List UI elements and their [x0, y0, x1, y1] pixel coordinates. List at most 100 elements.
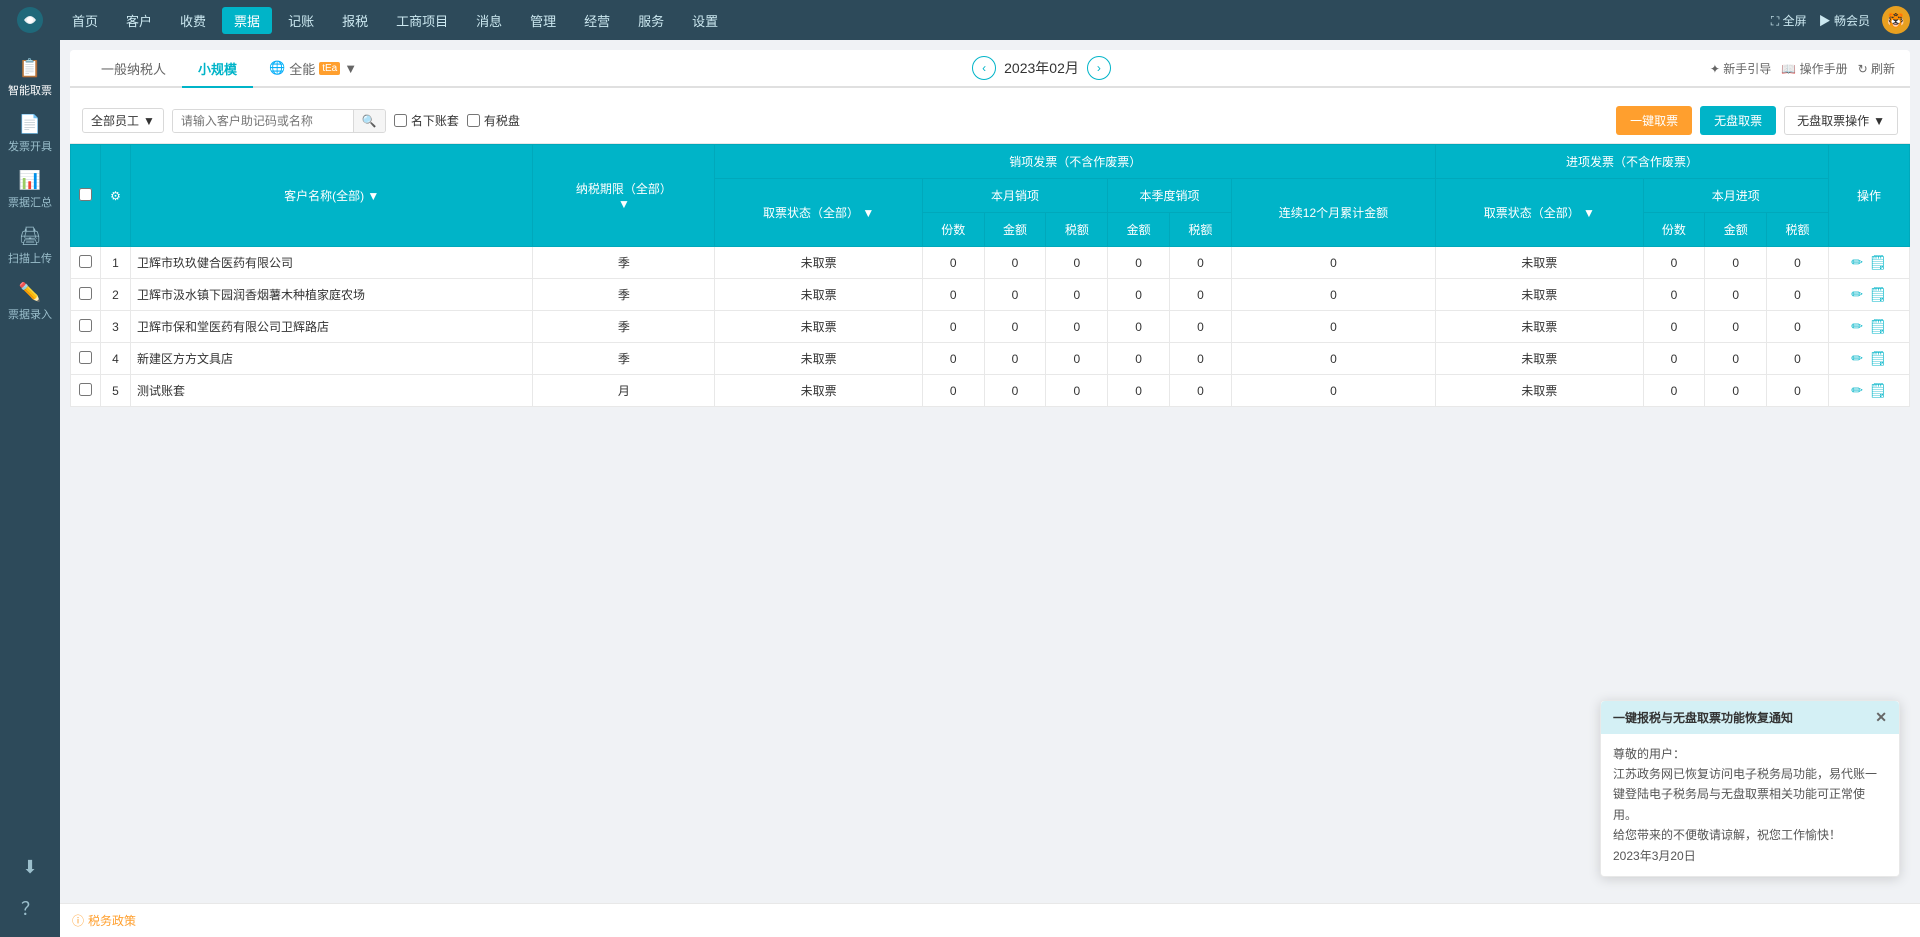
- detail-icon[interactable]: 🗒: [1869, 254, 1887, 271]
- select-all-checkbox[interactable]: [79, 188, 92, 201]
- tax-policy-link[interactable]: ⓘ 税务政策: [72, 912, 136, 929]
- detail-icon[interactable]: 🗒: [1869, 350, 1887, 367]
- nav-business[interactable]: 工商项目: [384, 7, 460, 34]
- nav-settings[interactable]: 设置: [680, 7, 730, 34]
- row-checkbox[interactable]: [79, 319, 92, 332]
- manual-btn[interactable]: 📖 操作手册: [1781, 60, 1847, 77]
- sidebar-download-icon[interactable]: ⬇: [16, 851, 43, 884]
- notification-close-btn[interactable]: ✕: [1875, 709, 1887, 726]
- next-period-btn[interactable]: ›: [1087, 56, 1111, 80]
- filter-icon3[interactable]: ▼: [862, 206, 874, 220]
- sidebar-item-invoice-issue[interactable]: 📄 发票开具: [0, 106, 60, 162]
- table-row: 4 新建区方方文具店 季 未取票 0 0 0 0 0 0 未取票 0 0 0 ✏…: [71, 343, 1910, 375]
- sales-consecutive12-cell: 0: [1231, 247, 1435, 279]
- tabs-bar: 一般纳税人 小规模 🌐 全能 tEa ▼ ‹ 2023年02月 ›: [70, 50, 1910, 88]
- table-row: 1 卫辉市玖玖健合医药有限公司 季 未取票 0 0 0 0 0 0 未取票 0 …: [71, 247, 1910, 279]
- nav-message[interactable]: 消息: [464, 7, 514, 34]
- sidebar-item-invoice-entry[interactable]: ✏️ 票据录入: [0, 274, 60, 330]
- tab-omnipotent[interactable]: 🌐 全能 tEa ▼: [253, 51, 373, 88]
- toolbar: 全部员工 ▼ 🔍 名下账套 有税盘 一键取票 无盘取票 无盘取票操作 ▼: [70, 98, 1910, 144]
- sidebar-item-scan-upload[interactable]: 🖨 扫描上传: [0, 218, 60, 274]
- row-checkbox-cell[interactable]: [71, 279, 101, 311]
- prev-period-btn[interactable]: ‹: [972, 56, 996, 80]
- page-wrapper: 一般纳税人 小规模 🌐 全能 tEa ▼ ‹ 2023年02月 ›: [70, 50, 1910, 407]
- purchase-current-month-header: 本月进项: [1643, 179, 1828, 213]
- table-settings-header[interactable]: ⚙: [101, 145, 131, 247]
- filter-icon2[interactable]: ▼: [618, 197, 630, 211]
- edit-icon[interactable]: ✏: [1851, 382, 1863, 399]
- sales-current-quarter-header: 本季度销项: [1108, 179, 1232, 213]
- notification-header: 一键报税与无盘取票功能恢复通知 ✕: [1601, 701, 1899, 734]
- nav-billing[interactable]: 收费: [168, 7, 218, 34]
- refresh-btn[interactable]: ↻ 刷新: [1858, 60, 1895, 77]
- tax-disk-filter-checkbox[interactable]: 有税盘: [467, 112, 520, 129]
- fullscreen-btn[interactable]: ⛶ 全屏: [1771, 12, 1807, 29]
- purchase-month-amount-header: 金额: [1705, 213, 1767, 247]
- row-checkbox-cell[interactable]: [71, 375, 101, 407]
- one-key-fetch-btn[interactable]: 一键取票: [1616, 106, 1692, 135]
- member-btn[interactable]: ▶ 畅会员: [1819, 12, 1870, 29]
- period-navigator: ‹ 2023年02月 ›: [972, 56, 1111, 80]
- purchase-month-amount-cell: 0: [1705, 343, 1767, 375]
- nav-operation[interactable]: 经营: [572, 7, 622, 34]
- row-index-cell: 1: [101, 247, 131, 279]
- sales-month-amount-cell: 0: [984, 279, 1046, 311]
- row-checkbox-cell[interactable]: [71, 311, 101, 343]
- tax-disk-filter-input[interactable]: [467, 114, 480, 127]
- invoice-table: ⚙ 客户名称(全部) ▼ 纳税期限（全部） ▼ 销项发票（不含作废票） 进项发票…: [70, 144, 1910, 407]
- data-table-container: ⚙ 客户名称(全部) ▼ 纳税期限（全部） ▼ 销项发票（不含作废票） 进项发票…: [70, 144, 1910, 407]
- filter-icon4[interactable]: ▼: [1583, 206, 1595, 220]
- sales-fetch-status-cell: 未取票: [715, 247, 922, 279]
- app-logo[interactable]: [10, 0, 50, 40]
- dropdown-icon: ▼: [344, 61, 357, 76]
- account-filter-input[interactable]: [394, 114, 407, 127]
- tab-general-taxpayer[interactable]: 一般纳税人: [85, 51, 182, 88]
- new-guide-btn[interactable]: ✦ 新手引导: [1710, 60, 1771, 77]
- edit-icon[interactable]: ✏: [1851, 286, 1863, 303]
- sales-month-amount-cell: 0: [984, 375, 1046, 407]
- account-filter-checkbox[interactable]: 名下账套: [394, 112, 459, 129]
- nav-tax[interactable]: 报税: [330, 7, 380, 34]
- employee-filter[interactable]: 全部员工 ▼: [82, 108, 164, 133]
- edit-icon[interactable]: ✏: [1851, 254, 1863, 271]
- actions-header: 操作: [1828, 145, 1909, 247]
- detail-icon[interactable]: 🗒: [1869, 318, 1887, 335]
- tax-period-cell: 季: [533, 343, 715, 375]
- nav-customer[interactable]: 客户: [114, 7, 164, 34]
- nav-manage[interactable]: 管理: [518, 7, 568, 34]
- table-select-all-header[interactable]: [71, 145, 101, 247]
- toolbar-right: 一键取票 无盘取票 无盘取票操作 ▼: [1616, 106, 1898, 135]
- sidebar-item-invoice-summary[interactable]: 📊 票据汇总: [0, 162, 60, 218]
- purchase-month-copies-cell: 0: [1643, 247, 1705, 279]
- edit-icon[interactable]: ✏: [1851, 350, 1863, 367]
- row-checkbox[interactable]: [79, 255, 92, 268]
- nav-invoice[interactable]: 票据: [222, 7, 272, 34]
- tab-small-scale[interactable]: 小规模: [182, 51, 253, 88]
- row-checkbox[interactable]: [79, 351, 92, 364]
- sidebar-item-label: 发票开具: [8, 138, 52, 154]
- row-index-cell: 3: [101, 311, 131, 343]
- sales-group-header: 销项发票（不含作废票）: [715, 145, 1436, 179]
- search-button[interactable]: 🔍: [353, 110, 385, 132]
- nav-service[interactable]: 服务: [626, 7, 676, 34]
- nav-home[interactable]: 首页: [60, 7, 110, 34]
- search-input[interactable]: [173, 110, 353, 132]
- sidebar-item-smart-fetch[interactable]: 📋 智能取票: [0, 50, 60, 106]
- row-checkbox-cell[interactable]: [71, 343, 101, 375]
- user-avatar[interactable]: 🐯: [1882, 6, 1910, 34]
- purchase-fetch-status-cell: 未取票: [1436, 247, 1643, 279]
- filter-icon[interactable]: ▼: [367, 189, 379, 203]
- detail-icon[interactable]: 🗒: [1869, 382, 1887, 399]
- detail-icon[interactable]: 🗒: [1869, 286, 1887, 303]
- sidebar-help-icon[interactable]: ？: [15, 889, 45, 927]
- purchase-month-copies-cell: 0: [1643, 311, 1705, 343]
- nav-accounting[interactable]: 记账: [276, 7, 326, 34]
- edit-icon[interactable]: ✏: [1851, 318, 1863, 335]
- row-checkbox[interactable]: [79, 383, 92, 396]
- no-disk-fetch-btn[interactable]: 无盘取票: [1700, 106, 1776, 135]
- row-checkbox[interactable]: [79, 287, 92, 300]
- no-disk-ops-btn[interactable]: 无盘取票操作 ▼: [1784, 106, 1898, 135]
- row-checkbox-cell[interactable]: [71, 247, 101, 279]
- row-actions-cell: ✏ 🗒: [1828, 375, 1909, 407]
- purchase-month-copies-cell: 0: [1643, 279, 1705, 311]
